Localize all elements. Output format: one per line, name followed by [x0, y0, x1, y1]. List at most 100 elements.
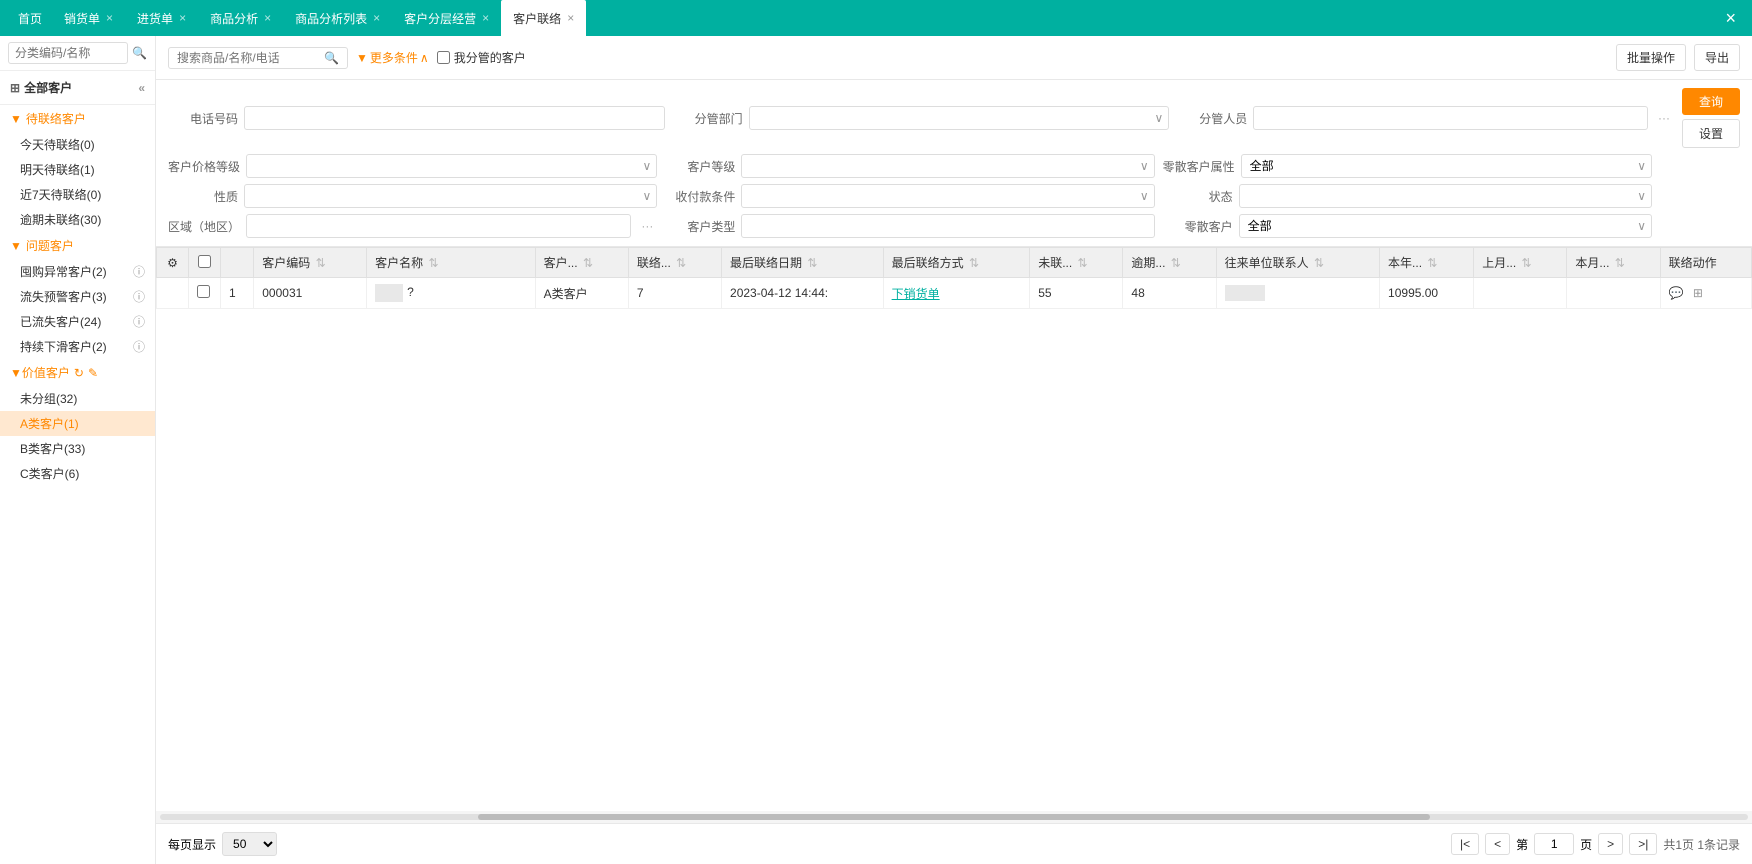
table-header-this-month[interactable]: 本月... ⇅	[1567, 248, 1660, 278]
filter-search-box: 🔍	[168, 47, 348, 69]
table-header-customer-code[interactable]: 客户编码 ⇅	[254, 248, 367, 278]
refresh-icon[interactable]: ↻	[74, 366, 84, 380]
sidebar-item-declining[interactable]: 持续下滑客户(2) ⓘ	[0, 334, 155, 359]
filter-retail-attr: 零散客户属性 全部 ∨	[1163, 154, 1652, 178]
close-purchase-tab[interactable]: ×	[179, 11, 186, 25]
close-product-analysis-tab[interactable]: ×	[264, 11, 271, 25]
table-header-contact-count[interactable]: 联络... ⇅	[628, 248, 721, 278]
info-icon-1: ⓘ	[133, 263, 145, 280]
app-close-button[interactable]: ×	[1717, 8, 1744, 28]
page-size-select[interactable]: 50 100	[222, 832, 277, 856]
action-message-icon[interactable]: 💬	[1669, 286, 1684, 300]
table-header-last-month[interactable]: 上月... ⇅	[1474, 248, 1567, 278]
content-area: 🔍 ▼ 更多条件 ∧ 我分管的客户 批量操作 导出 电话号码	[156, 36, 1752, 864]
row-customer-name[interactable]: ?	[367, 278, 535, 309]
table-header-settings[interactable]: ⚙	[157, 248, 189, 278]
row-customer-code[interactable]: 000031	[254, 278, 367, 309]
region-input[interactable]	[246, 214, 631, 238]
price-level-select[interactable]	[246, 154, 657, 178]
top-navigation: 首页 销货单 × 进货单 × 商品分析 × 商品分析列表 × 客户分层经营 × …	[0, 0, 1752, 36]
horizontal-scrollbar[interactable]	[156, 811, 1752, 823]
person-more-dots[interactable]: ···	[1654, 111, 1674, 125]
sidebar-group-problem[interactable]: ▼ 问题客户	[0, 232, 155, 259]
settings-button[interactable]: 设置	[1682, 119, 1740, 148]
sidebar-group-pending[interactable]: ▼ 待联络客户	[0, 105, 155, 132]
table-header-overdue[interactable]: 逾期... ⇅	[1123, 248, 1216, 278]
export-button[interactable]: 导出	[1694, 44, 1740, 71]
region-more-dots[interactable]: ···	[637, 219, 657, 233]
sidebar-item-hoard-abnormal[interactable]: 囤购异常客户(2) ⓘ	[0, 259, 155, 284]
table-header-customer-type[interactable]: 客户... ⇅	[535, 248, 628, 278]
payment-select[interactable]	[741, 184, 1154, 208]
first-page-button[interactable]: |<	[1451, 833, 1479, 855]
phone-input[interactable]	[244, 106, 665, 130]
sidebar-search-icon[interactable]: 🔍	[132, 46, 147, 60]
chevron-up-icon: ∧	[420, 51, 429, 65]
customer-level-select[interactable]	[741, 154, 1154, 178]
table-header-unit-contact[interactable]: 往来单位联系人 ⇅	[1216, 248, 1379, 278]
filter-more-conditions[interactable]: ▼ 更多条件 ∧	[356, 49, 429, 66]
person-input[interactable]	[1253, 106, 1648, 130]
row-last-contact-method[interactable]: 下销货单	[883, 278, 1030, 309]
close-customer-contact-tab[interactable]: ×	[567, 11, 574, 25]
row-select-checkbox[interactable]	[197, 285, 210, 298]
prev-page-button[interactable]: <	[1485, 833, 1510, 855]
my-customers-checkbox[interactable]	[437, 51, 450, 64]
dept-select[interactable]	[749, 106, 1170, 130]
sidebar-item-overdue[interactable]: 逾期未联络(30)	[0, 207, 155, 232]
sidebar-all-customers[interactable]: ⊞ 全部客户 «	[0, 71, 155, 105]
contact-method-link[interactable]: 下销货单	[892, 287, 940, 301]
next-page-button[interactable]: >	[1598, 833, 1623, 855]
row-last-contact-date: 2023-04-12 14:44:	[722, 278, 884, 309]
sidebar-item-today-pending[interactable]: 今天待联络(0)	[0, 132, 155, 157]
sidebar-item-a-class[interactable]: A类客户(1)	[0, 411, 155, 436]
close-customer-tier-tab[interactable]: ×	[482, 11, 489, 25]
batch-operation-button[interactable]: 批量操作	[1616, 44, 1686, 71]
nav-product-list[interactable]: 商品分析列表 ×	[283, 0, 392, 36]
retail-attr-select[interactable]: 全部	[1241, 154, 1652, 178]
table-header-this-year[interactable]: 本年... ⇅	[1380, 248, 1474, 278]
nav-customer-contact[interactable]: 客户联络 ×	[501, 0, 586, 36]
close-product-list-tab[interactable]: ×	[373, 11, 380, 25]
sidebar-item-churned[interactable]: 已流失客户(24) ⓘ	[0, 309, 155, 334]
status-wrap: ∨	[1239, 184, 1652, 208]
select-all-checkbox[interactable]	[198, 255, 211, 268]
query-button[interactable]: 查询	[1682, 88, 1740, 115]
page-number-input[interactable]	[1534, 833, 1574, 855]
nav-home[interactable]: 首页	[8, 0, 52, 36]
table-header-customer-name[interactable]: 客户名称 ⇅	[367, 248, 535, 278]
action-more-icon[interactable]: ⊞	[1693, 286, 1703, 300]
filter-search-input[interactable]	[177, 51, 324, 65]
nav-product-analysis[interactable]: 商品分析 ×	[198, 0, 283, 36]
nature-select[interactable]	[244, 184, 657, 208]
sort-icon-last-month: ⇅	[1522, 256, 1532, 270]
edit-icon[interactable]: ✎	[88, 366, 98, 380]
close-sales-tab[interactable]: ×	[106, 11, 113, 25]
sidebar-search-input[interactable]	[8, 42, 128, 64]
nav-purchase[interactable]: 进货单 ×	[125, 0, 198, 36]
sidebar-group-value[interactable]: ▼ 价值客户 ↻ ✎	[0, 359, 155, 386]
nav-sales[interactable]: 销货单 ×	[52, 0, 125, 36]
status-select[interactable]	[1239, 184, 1652, 208]
sidebar-item-week-pending[interactable]: 近7天待联络(0)	[0, 182, 155, 207]
sidebar-item-c-class[interactable]: C类客户(6)	[0, 461, 155, 486]
sidebar-item-churn-warning[interactable]: 流失预警客户(3) ⓘ	[0, 284, 155, 309]
table-header-checkbox[interactable]	[189, 248, 221, 278]
sidebar-item-b-class[interactable]: B类客户(33)	[0, 436, 155, 461]
sidebar-item-tomorrow-pending[interactable]: 明天待联络(1)	[0, 157, 155, 182]
nav-customer-tier[interactable]: 客户分层经营 ×	[392, 0, 501, 36]
sidebar-item-ungrouped[interactable]: 未分组(32)	[0, 386, 155, 411]
table-header-last-contact-method[interactable]: 最后联络方式 ⇅	[883, 248, 1030, 278]
retail-customer-select[interactable]: 全部	[1239, 214, 1652, 238]
customer-type-input[interactable]	[741, 214, 1154, 238]
sort-icon-this-month: ⇅	[1615, 256, 1625, 270]
table-header-last-contact-date[interactable]: 最后联络日期 ⇅	[722, 248, 884, 278]
last-page-button[interactable]: >|	[1629, 833, 1657, 855]
filter-price-level: 客户价格等级 ∨	[168, 154, 657, 178]
filter-search-icon[interactable]: 🔍	[324, 51, 339, 65]
table-header-not-contacted[interactable]: 未联... ⇅	[1030, 248, 1123, 278]
sidebar-collapse-btn[interactable]: «	[138, 81, 145, 95]
filter-dept: 分管部门 ∨	[673, 106, 1170, 130]
table-header-index	[221, 248, 254, 278]
scrollbar-thumb[interactable]	[478, 814, 1431, 820]
